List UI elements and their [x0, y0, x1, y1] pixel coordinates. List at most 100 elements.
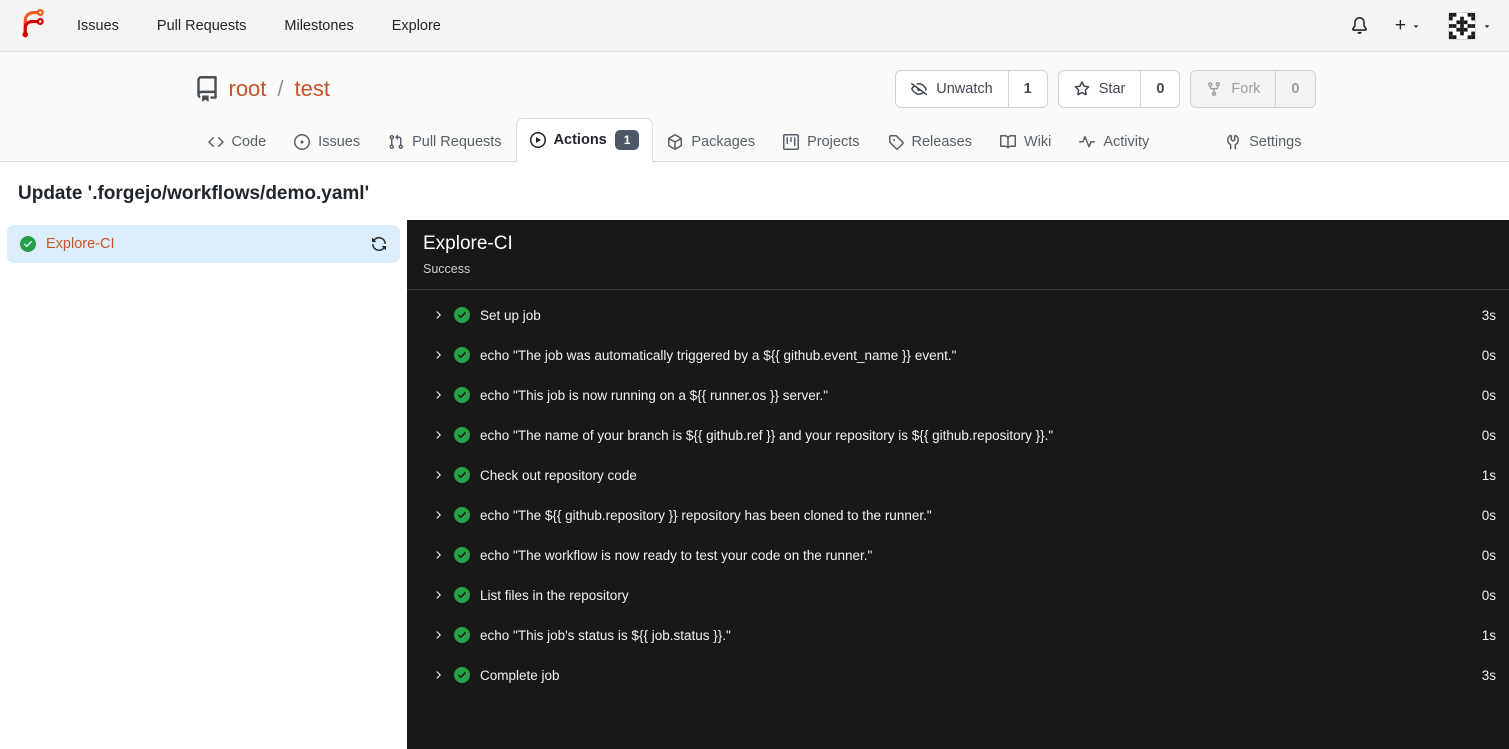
chevron-right-icon	[436, 511, 441, 519]
fork-label: Fork	[1231, 81, 1261, 97]
job-list-item-explore-ci[interactable]: Explore-CI	[7, 225, 400, 263]
step-label: Check out repository code	[480, 467, 637, 483]
check-circle-icon	[454, 347, 470, 363]
tag-icon	[888, 135, 904, 150]
step-duration: 0s	[1481, 387, 1496, 403]
check-circle-icon	[454, 587, 470, 603]
tab-releases-label: Releases	[911, 134, 972, 150]
nav-item-issues[interactable]: Issues	[77, 18, 119, 34]
step-row[interactable]: echo "The name of your branch is ${{ git…	[407, 415, 1509, 455]
step-row[interactable]: Set up job 3s	[407, 295, 1509, 335]
project-icon	[783, 134, 800, 150]
tab-actions[interactable]: Actions 1	[515, 118, 654, 162]
step-row[interactable]: Check out repository code 1s	[407, 455, 1509, 495]
nav-item-explore[interactable]: Explore	[392, 18, 441, 34]
step-row[interactable]: List files in the repository 0s	[407, 575, 1509, 615]
rerun-job-icon[interactable]	[371, 236, 387, 252]
tab-settings-label: Settings	[1249, 134, 1302, 150]
pulse-icon	[1079, 136, 1096, 148]
repo-name-link[interactable]: test	[295, 76, 330, 102]
job-log-header: Explore-CI Success	[407, 220, 1509, 290]
step-row[interactable]: echo "This job's status is ${{ job.statu…	[407, 615, 1509, 655]
watchers-count[interactable]: 1	[1007, 71, 1047, 107]
step-duration: 0s	[1481, 547, 1496, 563]
step-label: echo "The workflow is now ready to test …	[480, 547, 873, 563]
repo-header: root / test Unwatch 1 Star 0 Fork 0 Code…	[0, 52, 1509, 162]
step-label: echo "This job's status is ${{ job.statu…	[480, 627, 731, 643]
nav-links: Issues Pull Requests Milestones Explore	[77, 18, 441, 34]
unwatch-button[interactable]: Unwatch	[896, 71, 1007, 107]
repo-tabs: Code Issues Pull Requests Actions 1 Pack…	[194, 118, 1316, 162]
tab-wiki-label: Wiki	[1023, 134, 1052, 150]
fork-button-group: Fork 0	[1190, 70, 1316, 108]
step-duration: 1s	[1481, 627, 1496, 643]
chevron-right-icon	[436, 391, 441, 399]
user-avatar	[1448, 11, 1476, 40]
chevron-right-icon	[436, 351, 441, 359]
check-circle-icon	[454, 667, 470, 683]
caret-down-icon	[1413, 24, 1419, 28]
step-duration: 1s	[1481, 467, 1496, 483]
check-circle-icon	[454, 467, 470, 483]
star-button-group: Star 0	[1057, 70, 1181, 108]
forks-count: 0	[1275, 71, 1314, 107]
check-circle-icon	[454, 427, 470, 443]
tab-actions-label: Actions	[553, 132, 607, 148]
star-button[interactable]: Star	[1059, 71, 1141, 107]
chevron-right-icon	[436, 471, 441, 479]
user-menu-dropdown[interactable]	[1448, 11, 1492, 40]
check-circle-icon	[454, 547, 470, 563]
chevron-right-icon	[436, 631, 441, 639]
chevron-right-icon	[436, 591, 441, 599]
steps-list: Set up job 3s echo "The job was automati…	[407, 290, 1509, 695]
notifications-bell-icon[interactable]	[1351, 17, 1368, 34]
issue-opened-icon	[294, 134, 311, 150]
nav-item-milestones[interactable]: Milestones	[284, 18, 353, 34]
tab-issues[interactable]: Issues	[280, 122, 374, 161]
chevron-right-icon	[436, 671, 441, 679]
tab-activity-label: Activity	[1103, 134, 1150, 150]
step-label: echo "The ${{ github.repository }} repos…	[480, 507, 932, 523]
tab-wiki[interactable]: Wiki	[986, 122, 1065, 161]
check-circle-icon	[20, 236, 36, 252]
fork-button[interactable]: Fork	[1191, 71, 1275, 107]
job-name-link: Explore-CI	[46, 236, 115, 252]
create-new-dropdown[interactable]: +	[1395, 16, 1421, 35]
check-circle-icon	[454, 387, 470, 403]
tab-packages[interactable]: Packages	[653, 122, 769, 161]
step-row[interactable]: echo "This job is now running on a ${{ r…	[407, 375, 1509, 415]
step-label: Complete job	[480, 667, 560, 683]
star-icon	[1074, 81, 1090, 96]
tab-pull-requests-label: Pull Requests	[412, 134, 502, 150]
nav-right-group: +	[1351, 11, 1492, 40]
tab-settings[interactable]: Settings	[1211, 122, 1315, 161]
plus-icon: +	[1394, 15, 1406, 36]
step-row[interactable]: Complete job 3s	[407, 655, 1509, 695]
unwatch-label: Unwatch	[936, 81, 993, 97]
tab-issues-label: Issues	[318, 134, 361, 150]
step-row[interactable]: echo "The ${{ github.repository }} repos…	[407, 495, 1509, 535]
repo-title: root / test	[194, 76, 330, 102]
tab-code[interactable]: Code	[194, 122, 281, 161]
eye-closed-icon	[911, 83, 928, 96]
step-label: Set up job	[480, 307, 541, 323]
chevron-right-icon	[436, 551, 441, 559]
step-row[interactable]: echo "The job was automatically triggere…	[407, 335, 1509, 375]
tab-projects[interactable]: Projects	[769, 122, 873, 161]
repo-icon	[196, 76, 217, 102]
step-row[interactable]: echo "The workflow is now ready to test …	[407, 535, 1509, 575]
stars-count[interactable]: 0	[1140, 71, 1179, 107]
package-icon	[668, 134, 683, 150]
play-circle-icon	[529, 132, 546, 148]
tab-releases[interactable]: Releases	[874, 122, 986, 161]
step-label: List files in the repository	[480, 587, 629, 603]
tab-activity[interactable]: Activity	[1065, 122, 1163, 161]
step-duration: 0s	[1481, 347, 1496, 363]
top-navbar: Issues Pull Requests Milestones Explore …	[0, 0, 1509, 52]
step-duration: 0s	[1481, 427, 1496, 443]
tab-pull-requests[interactable]: Pull Requests	[374, 122, 515, 161]
step-duration: 0s	[1481, 507, 1496, 523]
nav-item-pull-requests[interactable]: Pull Requests	[157, 18, 246, 34]
repo-owner-link[interactable]: root	[229, 76, 267, 102]
forgejo-logo-icon[interactable]	[17, 8, 47, 43]
